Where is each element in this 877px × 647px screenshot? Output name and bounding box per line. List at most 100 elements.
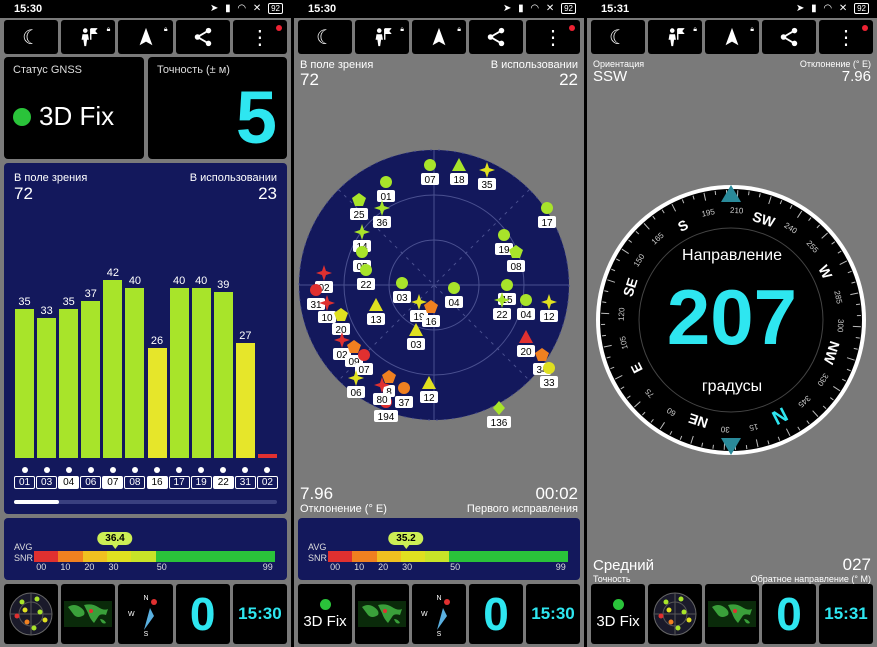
clock-display[interactable]: 15:31	[819, 584, 873, 644]
signal-bar-value: 27	[239, 330, 252, 343]
share-button[interactable]	[762, 20, 816, 54]
lock-icon: 🔒︎	[693, 26, 697, 33]
satellite-id-label: 04	[520, 310, 532, 321]
snr-label: SNR	[308, 553, 328, 563]
satellite-marker[interactable]	[398, 382, 410, 394]
world-map-shortcut[interactable]	[61, 584, 116, 644]
satellite-id-label: 33	[543, 378, 555, 389]
svg-text:W: W	[128, 611, 135, 618]
satellite-marker[interactable]	[380, 176, 392, 188]
share-icon	[194, 27, 211, 47]
satellite-id-label: 12	[543, 312, 555, 323]
clock-display[interactable]: 15:30	[232, 584, 288, 644]
satellite-id-label: 25	[353, 210, 365, 221]
signal-bar-value: 42	[106, 266, 119, 279]
satellite-marker[interactable]	[448, 282, 460, 294]
night-mode-button[interactable]: ☾	[591, 20, 645, 54]
satellite-marker[interactable]	[360, 264, 372, 276]
satellite-marker[interactable]	[543, 362, 555, 374]
sky-view-shortcut[interactable]	[648, 584, 702, 644]
snr-tick: 00	[36, 562, 47, 572]
compass-shortcut[interactable]: N W S	[412, 584, 466, 644]
satellite-used-dot	[109, 467, 116, 473]
screen-gnss-status: 15:30 ➤ ▮ ◠ ✕ 92 ☾ 🔒︎ 🔒︎ ⋮ Статус GNSS 3…	[0, 0, 291, 647]
compass-shortcut[interactable]: N W S	[118, 584, 173, 644]
world-map-shortcut[interactable]	[705, 584, 759, 644]
in-use-label: В использовании	[189, 172, 277, 184]
satellite-id-label: 03	[396, 293, 408, 304]
satellite-marker[interactable]	[396, 277, 408, 289]
signal-bar-value: 35	[18, 296, 31, 309]
satellite-marker[interactable]	[356, 246, 368, 258]
locate-button[interactable]: 🔒︎	[648, 20, 702, 54]
navigate-button[interactable]: 🔒︎	[412, 20, 466, 54]
share-button[interactable]	[175, 20, 230, 54]
satellite-id-label: 10	[321, 313, 333, 324]
signal-bar-value: 40	[195, 275, 208, 287]
navigate-button[interactable]: 🔒︎	[705, 20, 759, 54]
sky-plot[interactable]: 0718350125361405171908220231102013031916…	[294, 140, 584, 440]
fix-text: 3D Fix	[303, 612, 347, 630]
snr-tick: 50	[156, 562, 167, 572]
world-map-icon	[358, 601, 406, 627]
night-mode-button[interactable]: ☾	[4, 20, 59, 54]
snr-panel: AVG SNR 35.2 00 10 20 30 50 99	[298, 518, 580, 580]
locate-button[interactable]: 🔒︎	[355, 20, 409, 54]
fix-dot-icon	[612, 598, 624, 610]
speed-display[interactable]: 0	[762, 584, 816, 644]
locate-button[interactable]: 🔒︎	[61, 20, 116, 54]
snr-tick: 20	[84, 562, 95, 572]
share-button[interactable]	[469, 20, 523, 54]
signal-bar-chart: 35 01 33 03 35 04 37 06 42 07 40 08 26 16 40 17 40 19 39 22…	[14, 203, 279, 493]
svg-text:S: S	[437, 631, 442, 638]
navigate-button[interactable]: 🔒︎	[118, 20, 173, 54]
svg-text:N: N	[143, 595, 148, 602]
satellite-id-label: 16	[146, 476, 168, 489]
mini-compass-icon: N W S	[128, 595, 157, 638]
satellite-marker[interactable]	[520, 294, 532, 306]
more-menu-button[interactable]: ⋮	[232, 20, 288, 54]
satellite-marker[interactable]	[310, 284, 322, 296]
accuracy-label: Точность	[593, 574, 631, 584]
satellite-used-dot	[21, 467, 28, 473]
screen-compass: 15:31 ➤ ▮ ◠ ✕ 92 ☾ 🔒︎ 🔒︎ ⋮ Ориентация SS…	[587, 0, 877, 647]
satellite-marker[interactable]	[498, 229, 510, 241]
gnss-status-shortcut[interactable]: 3D Fix	[298, 584, 352, 644]
gnss-status-shortcut[interactable]: 3D Fix	[591, 584, 645, 644]
svg-text:W: W	[421, 611, 428, 618]
clock-display[interactable]: 15:30	[526, 584, 580, 644]
battery-icon: 92	[268, 3, 283, 14]
speed-display[interactable]: 0	[469, 584, 523, 644]
satellite-used-dot	[220, 467, 227, 473]
satellite-id-label: 08	[510, 262, 522, 273]
world-map-shortcut[interactable]	[355, 584, 409, 644]
sky-view-shortcut[interactable]	[4, 584, 59, 644]
signal-bar-value: 40	[128, 275, 142, 287]
signal-bar	[103, 279, 123, 458]
reverse-value: 027	[842, 555, 871, 574]
satellite-id-label: 194	[378, 412, 395, 423]
fix-dot-icon	[319, 598, 331, 610]
direction-label: Направление	[682, 247, 782, 264]
satellite-marker[interactable]	[358, 349, 370, 361]
speed-display[interactable]: 0	[175, 584, 230, 644]
more-menu-button[interactable]: ⋮	[526, 20, 580, 54]
speed-value: 0	[189, 588, 216, 640]
signal-bar	[257, 453, 277, 458]
more-menu-button[interactable]: ⋮	[819, 20, 873, 54]
status-icons: ➤ ▮ ◠ ✕ 92	[210, 3, 283, 14]
night-mode-button[interactable]: ☾	[298, 20, 352, 54]
snr-label: SNR	[14, 553, 34, 563]
bottom-bar: 3D Fix 0 15:31	[591, 584, 873, 644]
snr-tick: 10	[354, 562, 365, 572]
snr-tick: 99	[262, 562, 273, 572]
satellite-id-label: 19	[190, 476, 212, 489]
scroll-indicator[interactable]	[14, 500, 277, 504]
avg-label: AVG	[14, 542, 33, 552]
satellite-marker[interactable]	[424, 159, 436, 171]
satellite-marker[interactable]	[541, 202, 553, 214]
moon-icon: ☾	[22, 26, 41, 49]
degrees-label: градусы	[701, 378, 763, 395]
satellite-marker[interactable]	[501, 279, 513, 291]
satellite-id-label: 37	[398, 398, 410, 409]
